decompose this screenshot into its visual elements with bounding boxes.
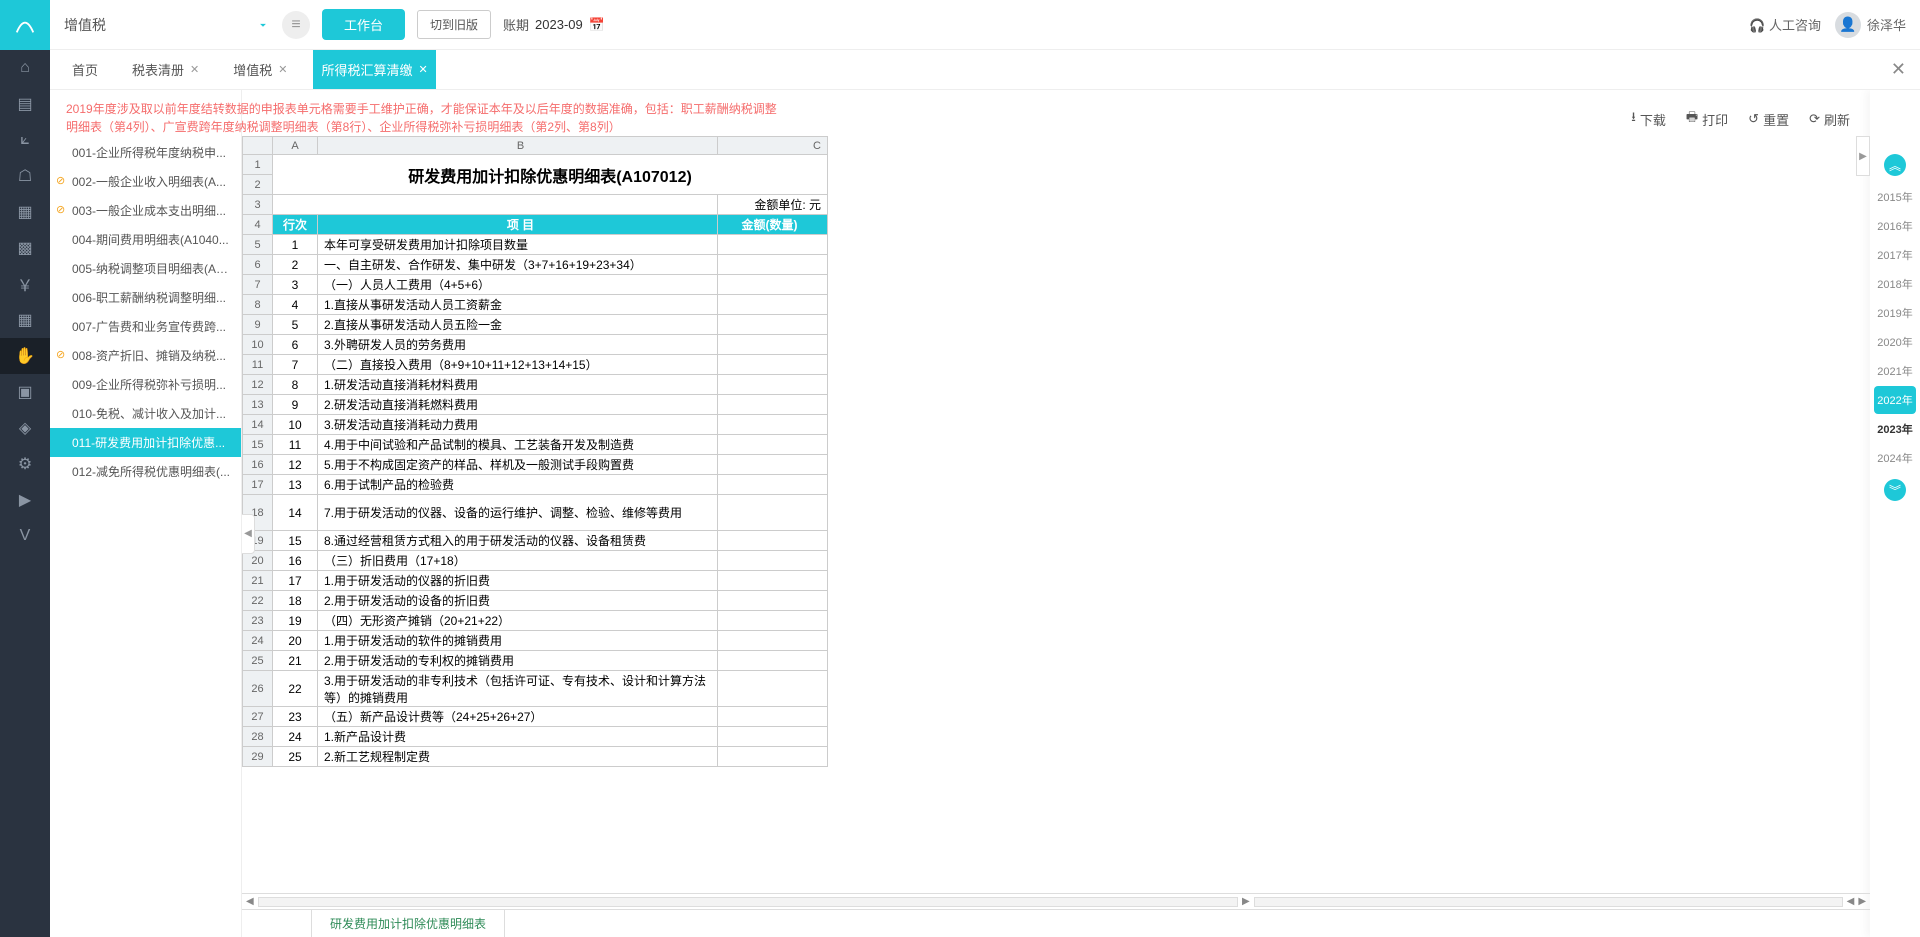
expand-right-handle[interactable]: ▶ [1856, 136, 1870, 176]
year-option[interactable]: 2022年 [1874, 386, 1916, 414]
top-bar: 增值税 ≡ 工作台 切到旧版 账期2023-09📅 🎧 人工咨询 👤徐泽华 [50, 0, 1920, 50]
download-button[interactable]: ⭳ 下载 [1631, 108, 1666, 130]
nav-grid-icon[interactable]: ▦ [0, 302, 50, 338]
app-logo[interactable] [0, 0, 50, 50]
close-icon[interactable]: ✕ [190, 63, 199, 76]
tree-item[interactable]: 001-企业所得税年度纳税申... [50, 138, 241, 167]
tree-item[interactable]: 007-广告费和业务宣传费跨... [50, 312, 241, 341]
user-menu[interactable]: 👤徐泽华 [1835, 12, 1906, 38]
warning-icon: ⊘ [56, 348, 65, 361]
tree-item[interactable]: 010-免税、减计收入及加计... [50, 399, 241, 428]
close-all-tabs-icon[interactable]: ✕ [1891, 59, 1906, 80]
tree-item[interactable]: 004-期间费用明细表(A1040... [50, 225, 241, 254]
spreadsheet-grid[interactable]: ABC1研发费用加计扣除优惠明细表(A107012)23金额单位: 元4行次项 … [242, 136, 1870, 893]
year-option[interactable]: 2016年 [1874, 212, 1916, 240]
form-tree: 001-企业所得税年度纳税申...⊘002-一般企业收入明细表(A...⊘003… [50, 90, 242, 937]
year-up-icon[interactable]: ︽ [1884, 154, 1906, 176]
warning-text: 2019年度涉及取以前年度结转数据的申报表单元格需要手工维护正确，才能保证本年及… [66, 100, 786, 136]
nav-money-icon[interactable]: ￥ [0, 266, 50, 302]
year-option[interactable]: 2020年 [1874, 328, 1916, 356]
year-down-icon[interactable]: ︾ [1884, 479, 1906, 501]
tree-item[interactable]: 006-职工薪酬纳税调整明细... [50, 283, 241, 312]
headset-icon: 🎧 [1749, 18, 1765, 33]
year-selector: ︽ 2015年2016年2017年2018年2019年2020年2021年202… [1870, 90, 1920, 937]
tab-首页[interactable]: 首页 [64, 50, 106, 89]
nav-folder-icon[interactable]: ▣ [0, 374, 50, 410]
year-option[interactable]: 2019年 [1874, 299, 1916, 327]
year-option[interactable]: 2017年 [1874, 241, 1916, 269]
tree-item[interactable]: 011-研发费用加计扣除优惠... [50, 428, 241, 457]
period-selector[interactable]: 账期2023-09📅 [503, 15, 605, 34]
left-sidebar: ⌂ ▤ ⟀ ☖ ▦ ▩ ￥ ▦ ✋ ▣ ◈ ⚙ ▶ V [0, 0, 50, 937]
nav-gear-icon[interactable]: ⚙ [0, 446, 50, 482]
warning-icon: ⊘ [56, 174, 65, 187]
switch-old-button[interactable]: 切到旧版 [417, 10, 491, 39]
refresh-button[interactable]: ⟳ 刷新 [1809, 108, 1850, 130]
action-bar: ⭳ 下载 🖶 打印 ↺ 重置 ⟳ 刷新 [1631, 108, 1850, 130]
calendar-icon: 📅 [589, 17, 605, 33]
collapse-tree-handle[interactable]: ◀ [242, 514, 255, 554]
tab-所得税汇算清缴[interactable]: 所得税汇算清缴✕ [313, 50, 435, 89]
year-option[interactable]: 2023年 [1874, 415, 1916, 443]
tab-增值税[interactable]: 增值税✕ [225, 50, 295, 89]
close-icon[interactable]: ✕ [278, 63, 287, 76]
horizontal-scrollbar[interactable]: ◀▶◀▶ [242, 893, 1870, 909]
nav-doc-icon[interactable]: ▤ [0, 86, 50, 122]
print-button[interactable]: 🖶 打印 [1686, 108, 1728, 130]
reset-button[interactable]: ↺ 重置 [1748, 108, 1789, 130]
nav-home-icon[interactable]: ⌂ [0, 50, 50, 86]
tree-item[interactable]: ⊘008-资产折旧、摊销及纳税... [50, 341, 241, 370]
sheet-tabs: 研发费用加计扣除优惠明细表 [242, 909, 1870, 937]
consult-link[interactable]: 🎧 人工咨询 [1749, 15, 1821, 34]
warning-icon: ⊘ [56, 203, 65, 216]
workbench-button[interactable]: 工作台 [322, 9, 405, 40]
tree-item[interactable]: 005-纳税调整项目明细表(A1... [50, 254, 241, 283]
list-icon-button[interactable]: ≡ [282, 11, 310, 39]
year-option[interactable]: 2024年 [1874, 444, 1916, 472]
nav-chart-icon[interactable]: ⟀ [0, 122, 50, 158]
nav-send-icon[interactable]: ◈ [0, 410, 50, 446]
nav-v-icon[interactable]: V [0, 518, 50, 554]
nav-calc-icon[interactable]: ▩ [0, 230, 50, 266]
tree-item[interactable]: 012-减免所得税优惠明细表(... [50, 457, 241, 486]
year-option[interactable]: 2018年 [1874, 270, 1916, 298]
tree-item[interactable]: ⊘003-一般企业成本支出明细... [50, 196, 241, 225]
close-icon[interactable]: ✕ [419, 63, 428, 76]
avatar-icon: 👤 [1835, 12, 1861, 38]
year-option[interactable]: 2021年 [1874, 357, 1916, 385]
nav-play-icon[interactable]: ▶ [0, 482, 50, 518]
nav-clipboard-icon[interactable]: ▦ [0, 194, 50, 230]
page-tabs: 首页税表清册✕ 增值税✕ 所得税汇算清缴✕ ✕ [50, 50, 1920, 90]
tree-item[interactable]: ⊘002-一般企业收入明细表(A... [50, 167, 241, 196]
tax-type-dropdown[interactable]: 增值税 [64, 15, 270, 35]
nav-hand-icon[interactable]: ✋ [0, 338, 50, 374]
sheet-tab[interactable]: 研发费用加计扣除优惠明细表 [312, 910, 505, 937]
year-option[interactable]: 2015年 [1874, 183, 1916, 211]
tree-item[interactable]: 009-企业所得税弥补亏损明... [50, 370, 241, 399]
tab-税表清册[interactable]: 税表清册✕ [124, 50, 207, 89]
nav-bag-icon[interactable]: ☖ [0, 158, 50, 194]
